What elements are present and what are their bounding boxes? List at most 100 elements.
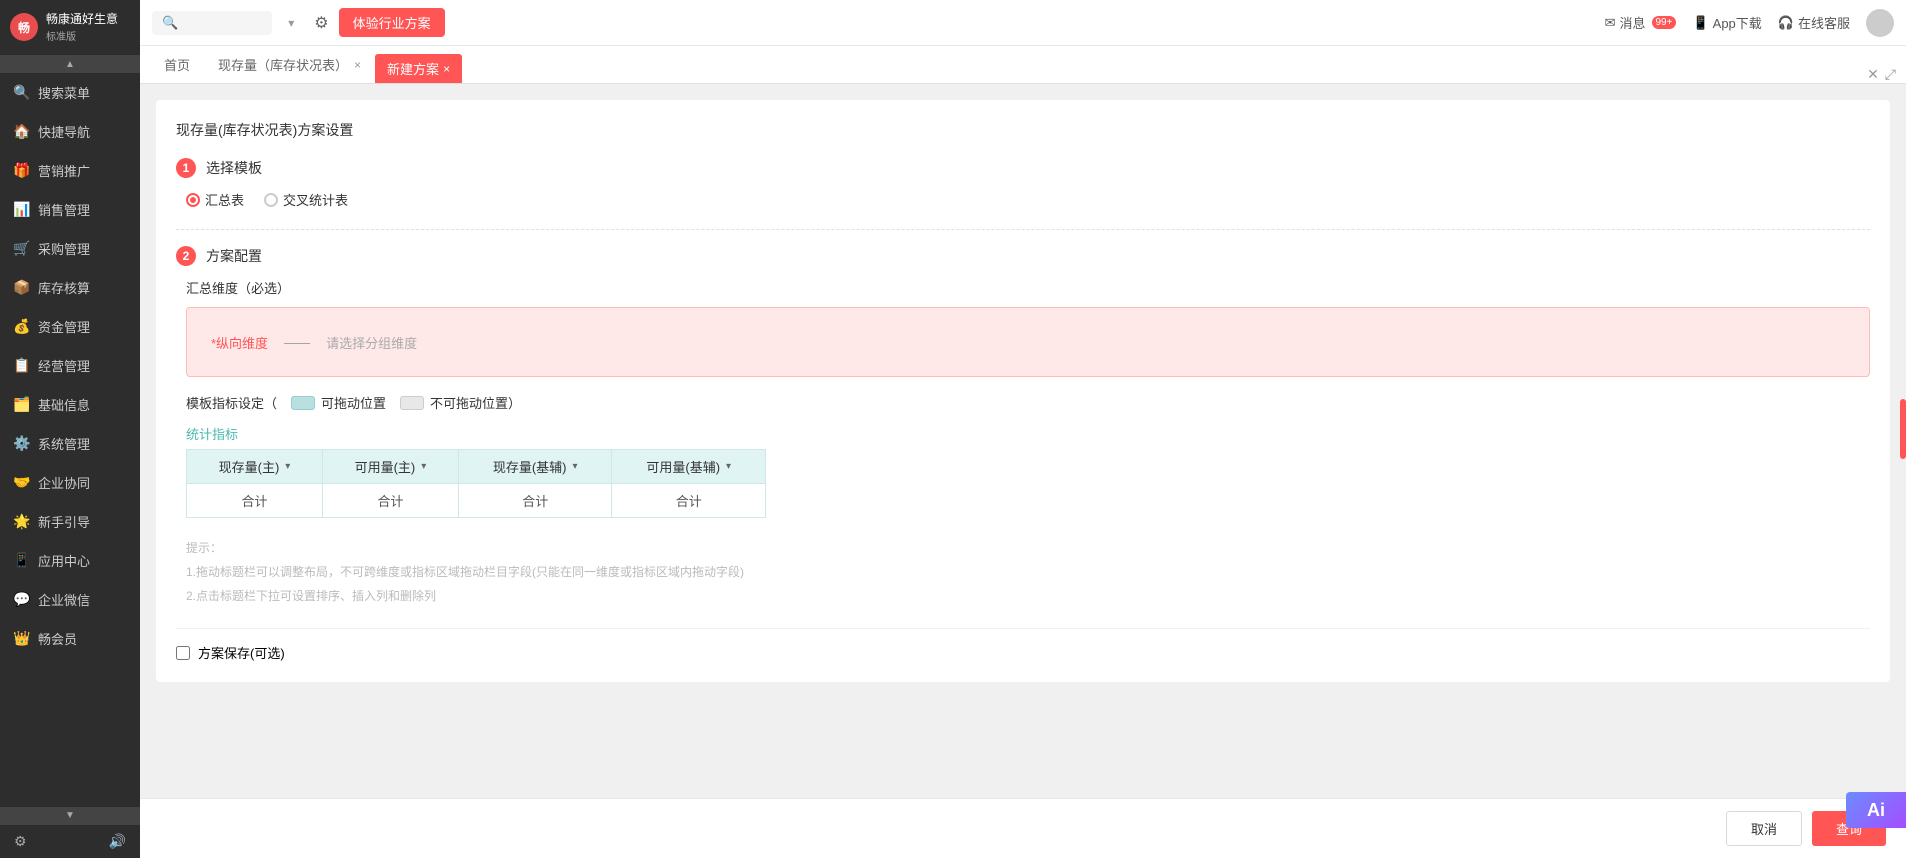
col2-label: 可用量(主)	[355, 457, 416, 476]
sidebar-item-contract[interactable]: 🤝 企业协同	[0, 463, 140, 502]
step2-content: 汇总维度（必选） *纵向维度 —— 请选择分组维度 模板指标设定（	[176, 278, 1870, 608]
step2-title: 方案配置	[206, 246, 262, 266]
search-menu-icon: 🔍	[14, 84, 30, 100]
sidebar-item-guide[interactable]: 🌟 新手引导	[0, 502, 140, 541]
col4-header[interactable]: 可用量(基辅) ▾	[612, 450, 766, 484]
save-checkbox[interactable]	[176, 646, 190, 660]
sidebar-item-label: 采购管理	[38, 239, 90, 258]
sales-icon: 📊	[14, 201, 30, 217]
dimension-dash: ——	[284, 335, 310, 350]
sidebar-items: 🔍 搜索菜单 🏠 快捷导航 🎁 营销推广 📊 销售管理 🛒 采购管理 📦 库存核…	[0, 73, 140, 807]
radio-cross-label: 交叉统计表	[283, 190, 348, 209]
vertical-dimension-label: *纵向维度	[211, 333, 268, 352]
step1-title: 选择模板	[206, 158, 262, 178]
sidebar-item-purchase[interactable]: 🛒 采购管理	[0, 229, 140, 268]
sidebar-item-inventory[interactable]: 📦 库存核算	[0, 268, 140, 307]
col2-value: 合计	[322, 484, 458, 518]
content-area: 现存量(库存状况表)方案设置 1 选择模板 汇总表	[140, 84, 1906, 798]
sidebar-item-search-menu[interactable]: 🔍 搜索菜单	[0, 73, 140, 112]
sidebar-item-basic-info[interactable]: 🗂️ 基础信息	[0, 385, 140, 424]
online-service-item[interactable]: 🎧 在线客服	[1778, 13, 1850, 32]
sidebar-item-label: 系统管理	[38, 434, 90, 453]
window-expand-icon[interactable]: ⤢	[1885, 66, 1896, 83]
service-label: 在线客服	[1798, 13, 1850, 32]
sidebar-item-finance[interactable]: 💰 资金管理	[0, 307, 140, 346]
draggable-label: 可拖动位置	[321, 393, 386, 412]
sidebar-item-app-center[interactable]: 📱 应用中心	[0, 541, 140, 580]
sidebar-settings-icon[interactable]: ⚙	[14, 833, 27, 850]
sidebar-item-member[interactable]: 👑 畅会员	[0, 619, 140, 658]
message-item[interactable]: ✉ 消息 99+	[1605, 13, 1677, 32]
ai-indicator[interactable]: Ai	[1846, 792, 1906, 828]
step2-header: 2 方案配置	[176, 246, 1870, 266]
col4-chevron[interactable]: ▾	[726, 461, 731, 472]
topbar: 🔍 ▾ ⚙ 体验行业方案 ✉ 消息 99+ 📱 App下载 🎧 在线客服	[140, 0, 1906, 46]
sidebar-item-sales[interactable]: 📊 销售管理	[0, 190, 140, 229]
stats-table-header-row: 现存量(主) ▾ 可用量(主) ▾	[187, 450, 766, 484]
search-input[interactable]	[182, 16, 262, 30]
contract-icon: 🤝	[14, 474, 30, 490]
sidebar-audio-icon[interactable]: 🔊	[109, 833, 126, 850]
save-row: 方案保存(可选)	[176, 628, 1870, 662]
col2-header[interactable]: 可用量(主) ▾	[322, 450, 458, 484]
tabs-bar: 首页 现存量（库存状况表） × 新建方案 × ✕ ⤢	[140, 46, 1906, 84]
app-download-item[interactable]: 📱 App下载	[1692, 13, 1761, 32]
app-center-icon: 📱	[14, 552, 30, 568]
sidebar-item-label: 应用中心	[38, 551, 90, 570]
logo-icon: 畅	[10, 13, 38, 41]
radio-cross[interactable]: 交叉统计表	[264, 190, 348, 209]
guide-icon: 🌟	[14, 513, 30, 529]
col1-chevron[interactable]: ▾	[285, 461, 290, 472]
stats-label: 统计指标	[186, 424, 1870, 443]
user-avatar[interactable]	[1866, 9, 1894, 37]
col2-chevron[interactable]: ▾	[421, 461, 426, 472]
stats-table-head: 现存量(主) ▾ 可用量(主) ▾	[187, 450, 766, 484]
service-icon: 🎧	[1778, 15, 1794, 31]
sidebar-item-marketing[interactable]: 🎁 营销推广	[0, 151, 140, 190]
topbar-search-box[interactable]: 🔍	[152, 11, 272, 35]
tab-new-scheme-close[interactable]: ×	[443, 62, 450, 76]
message-label: 消息	[1619, 13, 1645, 32]
window-close-icon[interactable]: ✕	[1867, 66, 1879, 83]
tab-home-label: 首页	[164, 55, 190, 74]
cancel-button[interactable]: 取消	[1726, 811, 1802, 846]
sidebar-item-quick-nav[interactable]: 🏠 快捷导航	[0, 112, 140, 151]
tab-home[interactable]: 首页	[150, 48, 204, 83]
sidebar-item-label: 畅会员	[38, 629, 77, 648]
radio-summary[interactable]: 汇总表	[186, 190, 244, 209]
step1-badge: 1	[176, 158, 196, 178]
purchase-icon: 🛒	[14, 240, 30, 256]
sidebar-item-wechat[interactable]: 💬 企业微信	[0, 580, 140, 619]
quick-nav-icon: 🏠	[14, 123, 30, 139]
stats-section: 统计指标 现存量(主) ▾	[186, 424, 1870, 518]
col1-header[interactable]: 现存量(主) ▾	[187, 450, 323, 484]
col3-chevron[interactable]: ▾	[573, 461, 578, 472]
tab-inventory[interactable]: 现存量（库存状况表） ×	[204, 48, 375, 83]
tab-inventory-close[interactable]: ×	[354, 58, 361, 72]
divider-1	[176, 229, 1870, 230]
save-checkbox-label: 方案保存(可选)	[198, 643, 285, 662]
col3-header[interactable]: 现存量(基辅) ▾	[458, 450, 612, 484]
topbar-gear-icon[interactable]: ⚙	[314, 13, 328, 33]
sidebar-item-label: 新手引导	[38, 512, 90, 531]
sidebar-item-label: 企业协同	[38, 473, 90, 492]
sidebar-item-label: 库存核算	[38, 278, 90, 297]
sidebar-item-label: 搜索菜单	[38, 83, 90, 102]
sidebar-item-system[interactable]: ⚙️ 系统管理	[0, 424, 140, 463]
trial-button[interactable]: 体验行业方案	[339, 8, 445, 37]
topbar-dropdown[interactable]: ▾	[282, 14, 300, 32]
sidebar-item-label: 基础信息	[38, 395, 90, 414]
wechat-icon: 💬	[14, 591, 30, 607]
step2-badge: 2	[176, 246, 196, 266]
tab-new-scheme[interactable]: 新建方案 ×	[375, 54, 462, 83]
system-icon: ⚙️	[14, 435, 30, 451]
main-area: 🔍 ▾ ⚙ 体验行业方案 ✉ 消息 99+ 📱 App下载 🎧 在线客服	[140, 0, 1906, 858]
col1-value: 合计	[187, 484, 323, 518]
sidebar-item-operations[interactable]: 📋 经营管理	[0, 346, 140, 385]
sidebar-scroll-up[interactable]: ▲	[0, 56, 140, 73]
dimension-box[interactable]: *纵向维度 —— 请选择分组维度	[186, 307, 1870, 377]
marketing-icon: 🎁	[14, 162, 30, 178]
sidebar-scroll-down[interactable]: ▼	[0, 807, 140, 824]
sidebar-logo: 畅 畅康通好生意 标准版	[0, 0, 140, 56]
step1-header: 1 选择模板	[176, 158, 1870, 178]
